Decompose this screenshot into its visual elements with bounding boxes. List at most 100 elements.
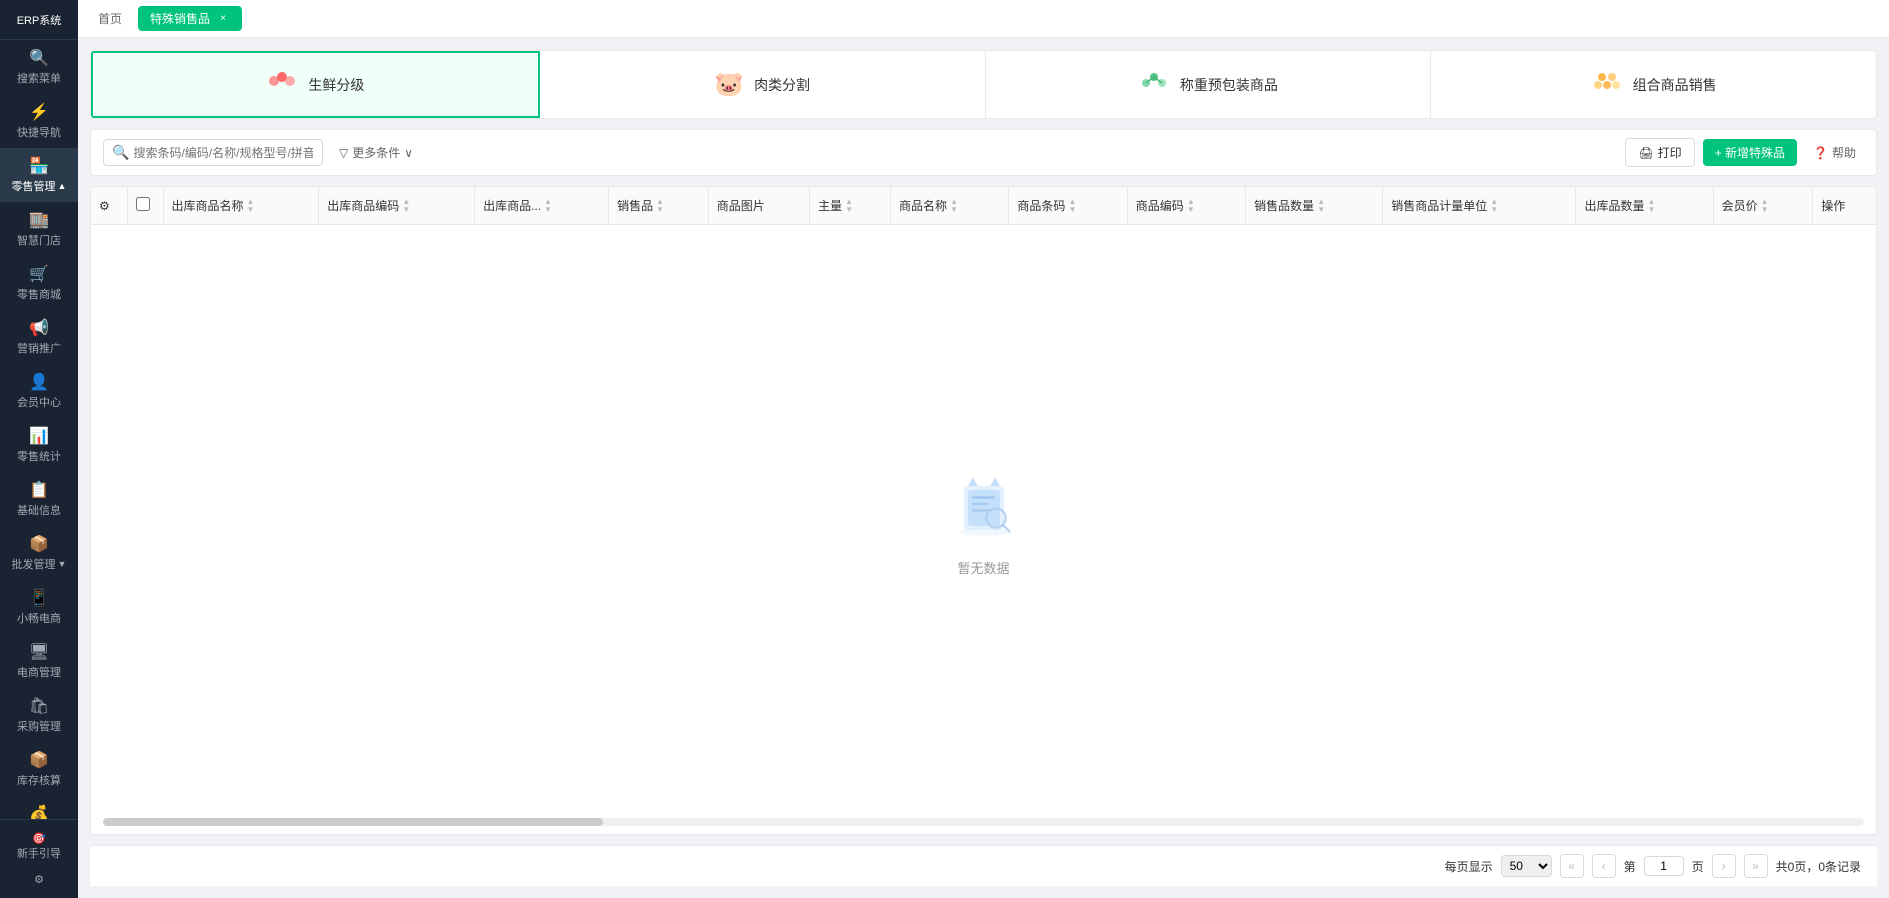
- first-page-button[interactable]: «: [1560, 854, 1584, 878]
- sidebar-item-settings[interactable]: ⚙: [30, 869, 48, 890]
- retail-mall-icon: 🛒: [29, 264, 49, 284]
- th-sort-item-name[interactable]: 商品名称 ▲▼: [899, 197, 1000, 214]
- th-out-name[interactable]: 出库商品名称 ▲▼: [163, 187, 319, 225]
- wholesale-label-row: 批发管理 ▼: [12, 556, 67, 572]
- active-tab-label: 特殊销售品: [150, 10, 210, 27]
- sidebar-item-sales-promo[interactable]: 📢 营销推广: [0, 310, 78, 364]
- cat-tab-meat-cut[interactable]: 🐷 肉类分割: [540, 51, 986, 118]
- next-page-button[interactable]: ›: [1712, 854, 1736, 878]
- settings-icon: ⚙: [34, 873, 44, 886]
- sidebar-item-new-user-guide[interactable]: 🎯 新手引导: [13, 828, 65, 865]
- new-special-item-button[interactable]: + 新增特殊品: [1703, 139, 1797, 166]
- sort-arrows: ▲▼: [1068, 198, 1076, 214]
- horizontal-scrollbar-thumb[interactable]: [103, 818, 603, 826]
- th-item-sku[interactable]: 商品编码 ▲▼: [1127, 187, 1245, 225]
- sidebar-item-search-menu[interactable]: 🔍 搜索菜单: [0, 40, 78, 94]
- wholesale-mgmt-icon: 📦: [29, 534, 49, 554]
- sort-arrows: ▲▼: [1317, 198, 1325, 214]
- sort-arrows: ▲▼: [1761, 198, 1769, 214]
- sidebar-item-mini-ecom[interactable]: 📱 小畅电商: [0, 580, 78, 634]
- page-input[interactable]: [1644, 856, 1684, 876]
- horizontal-scrollbar-track[interactable]: [103, 818, 1864, 826]
- search-input[interactable]: [133, 146, 313, 160]
- th-label: 出库品数量: [1584, 197, 1644, 214]
- sidebar-item-label: 零售商城: [17, 286, 61, 302]
- sidebar-item-finance-mgmt[interactable]: 💰 资金管理: [0, 796, 78, 819]
- sidebar-item-inventory[interactable]: 📦 库存核算: [0, 742, 78, 796]
- th-member-price[interactable]: 会员价 ▲▼: [1713, 187, 1813, 225]
- filter-button[interactable]: ▽ 更多条件 ∨: [331, 140, 421, 165]
- sidebar-item-wholesale-mgmt[interactable]: 📦 批发管理 ▼: [0, 526, 78, 580]
- sidebar-item-label: 库存核算: [17, 772, 61, 788]
- cat-tab-fresh-grade[interactable]: 生鲜分级: [91, 51, 540, 118]
- th-sort-sale-item[interactable]: 销售品 ▲▼: [617, 197, 700, 214]
- category-tabs: 生鲜分级 🐷 肉类分割 称重预包装商品: [90, 50, 1877, 119]
- th-sort-out-name[interactable]: 出库商品名称 ▲▼: [172, 197, 311, 214]
- th-label: 销售品数量: [1254, 197, 1314, 214]
- print-label: 打印: [1658, 144, 1682, 161]
- new-user-guide-icon: 🎯: [32, 832, 46, 845]
- sidebar-item-label: 快捷导航: [17, 124, 61, 140]
- th-sort-out-spec[interactable]: 出库商品... ▲▼: [483, 197, 600, 214]
- th-sort-sale-unit[interactable]: 销售商品计量单位 ▲▼: [1391, 197, 1567, 214]
- sidebar: ERP系统 🔍 搜索菜单 ⚡ 快捷导航 🏪 零售管理 ▲ 🏬 智慧门店 🛒 零售…: [0, 0, 78, 898]
- select-all-checkbox[interactable]: [136, 197, 150, 211]
- th-label: 商品名称: [899, 197, 947, 214]
- ecom-mgmt-icon: 🖥: [29, 642, 49, 662]
- th-sort-item-barcode[interactable]: 商品条码 ▲▼: [1017, 197, 1118, 214]
- th-weight[interactable]: 主量 ▲▼: [810, 187, 891, 225]
- sort-arrows: ▲▼: [1647, 198, 1655, 214]
- th-sort-member-price[interactable]: 会员价 ▲▼: [1722, 197, 1805, 214]
- search-box[interactable]: 🔍: [103, 139, 323, 166]
- th-sort-out-code[interactable]: 出库商品编码 ▲▼: [327, 197, 466, 214]
- last-page-button[interactable]: »: [1744, 854, 1768, 878]
- sidebar-item-basic-info[interactable]: 📋 基础信息: [0, 472, 78, 526]
- tab-home[interactable]: 首页: [90, 6, 130, 31]
- help-icon: ❓: [1813, 146, 1828, 160]
- quick-nav-icon: ⚡: [29, 102, 49, 122]
- cat-tab-combo-sales[interactable]: 组合商品销售: [1431, 51, 1876, 118]
- th-out-spec[interactable]: 出库商品... ▲▼: [475, 187, 609, 225]
- th-sale-unit[interactable]: 销售商品计量单位 ▲▼: [1383, 187, 1576, 225]
- th-item-name[interactable]: 商品名称 ▲▼: [891, 187, 1009, 225]
- th-label: 商品图片: [717, 199, 765, 213]
- th-item-barcode[interactable]: 商品条码 ▲▼: [1009, 187, 1127, 225]
- th-label: 商品条码: [1017, 197, 1065, 214]
- th-sort-item-sku[interactable]: 商品编码 ▲▼: [1136, 197, 1237, 214]
- combo-sales-icon: [1591, 67, 1623, 102]
- tab-active[interactable]: 特殊销售品 ×: [138, 6, 242, 31]
- print-button[interactable]: 🖨 打印: [1625, 138, 1694, 167]
- retail-mgmt-icon: 🏪: [29, 156, 49, 176]
- smart-store-icon: 🏬: [29, 210, 49, 230]
- th-out-code[interactable]: 出库商品编码 ▲▼: [319, 187, 475, 225]
- th-label: 销售品: [617, 197, 653, 214]
- th-sort-sale-qty[interactable]: 销售品数量 ▲▼: [1254, 197, 1374, 214]
- per-page-label: 每页显示: [1445, 858, 1493, 875]
- sidebar-item-retail-stats[interactable]: 📊 零售统计: [0, 418, 78, 472]
- weight-prepack-icon: [1138, 67, 1170, 102]
- sidebar-item-label: 零售管理: [12, 178, 56, 194]
- page-suffix-label: 页: [1692, 858, 1704, 875]
- tab-close-button[interactable]: ×: [216, 12, 230, 26]
- sidebar-item-member-center[interactable]: 👤 会员中心: [0, 364, 78, 418]
- sidebar-item-purchase-mgmt[interactable]: 🛍 采购管理: [0, 688, 78, 742]
- th-settings[interactable]: ⚙: [91, 187, 127, 225]
- prev-page-button[interactable]: ‹: [1592, 854, 1616, 878]
- th-item-image: 商品图片: [708, 187, 809, 225]
- sidebar-item-retail-mgmt[interactable]: 🏪 零售管理 ▲: [0, 148, 78, 202]
- sidebar-item-smart-store[interactable]: 🏬 智慧门店: [0, 202, 78, 256]
- sidebar-item-retail-mall[interactable]: 🛒 零售商城: [0, 256, 78, 310]
- th-label: 会员价: [1722, 197, 1758, 214]
- print-icon: 🖨: [1638, 146, 1653, 160]
- sidebar-item-label: 批发管理: [12, 556, 56, 572]
- th-out-qty[interactable]: 出库品数量 ▲▼: [1576, 187, 1713, 225]
- cat-tab-weight-prepack[interactable]: 称重预包装商品: [986, 51, 1432, 118]
- th-sort-weight[interactable]: 主量 ▲▼: [818, 197, 882, 214]
- th-sort-out-qty[interactable]: 出库品数量 ▲▼: [1584, 197, 1704, 214]
- th-sale-qty[interactable]: 销售品数量 ▲▼: [1246, 187, 1383, 225]
- sidebar-item-ecom-mgmt[interactable]: 🖥 电商管理: [0, 634, 78, 688]
- th-sale-item[interactable]: 销售品 ▲▼: [609, 187, 709, 225]
- per-page-select[interactable]: 10 20 50 100: [1501, 855, 1552, 877]
- sidebar-item-quick-nav[interactable]: ⚡ 快捷导航: [0, 94, 78, 148]
- help-button[interactable]: ❓ 帮助: [1805, 139, 1864, 166]
